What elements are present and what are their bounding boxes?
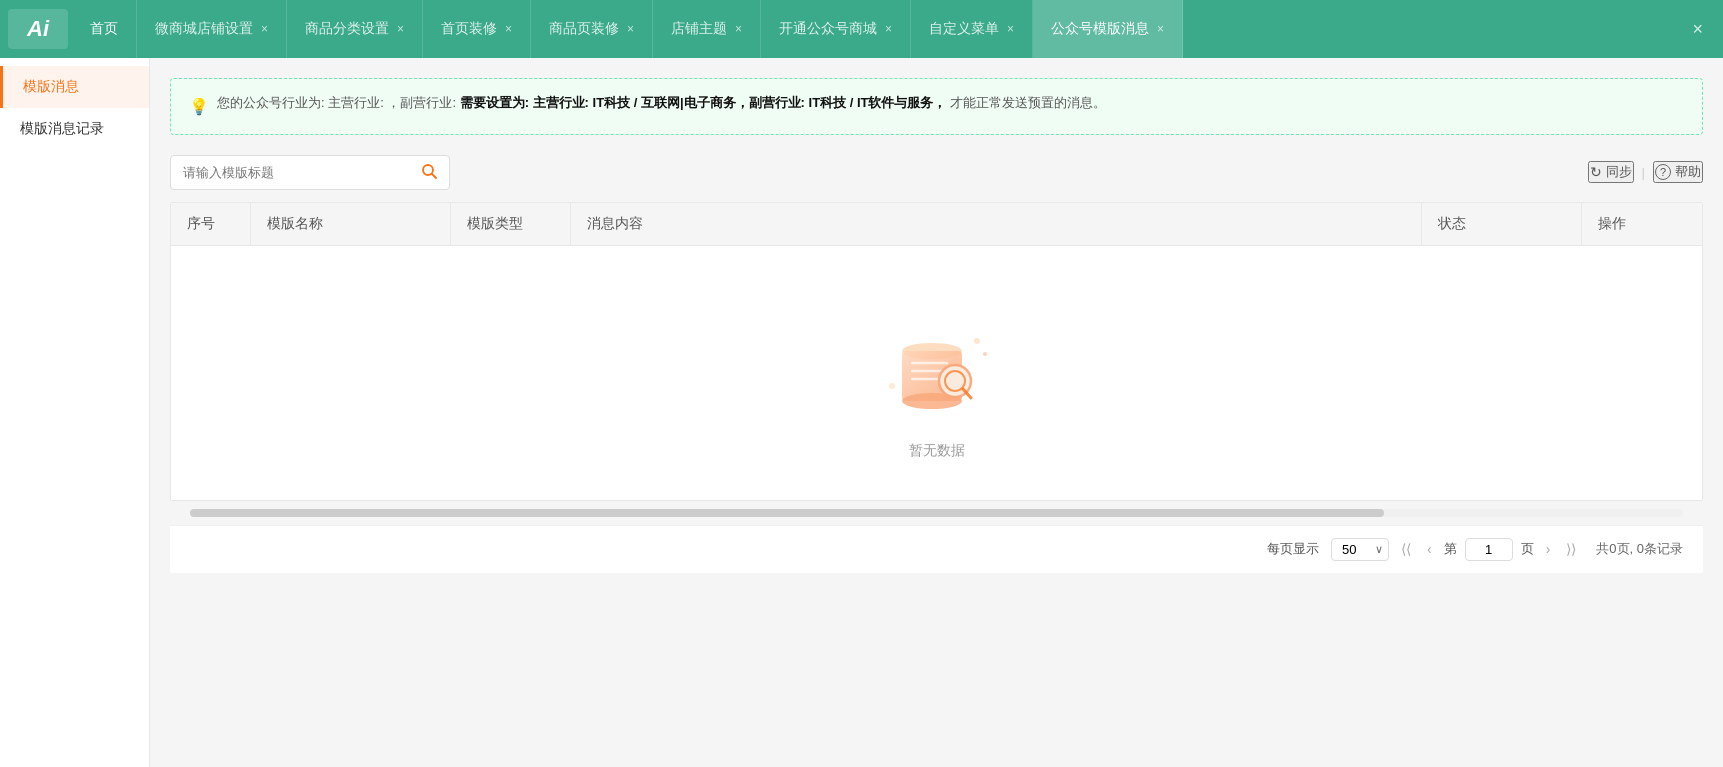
help-button[interactable]: ? 帮助 [1653,161,1703,183]
svg-point-13 [889,383,895,389]
search-input[interactable] [171,158,411,187]
tab-home-decor[interactable]: 首页装修 × [423,0,531,58]
close-custom-menu-icon[interactable]: × [1007,22,1014,36]
close-home-decor-icon[interactable]: × [505,22,512,36]
notice-text: 您的公众号行业为: 主营行业: ，副营行业: 需要设置为: 主营行业: IT科技… [217,93,1106,114]
tab-store-theme[interactable]: 店铺主题 × [653,0,761,58]
page-label: 第 [1444,540,1457,558]
sync-icon: ↻ [1590,164,1602,180]
data-table: 序号 模版名称 模版类型 消息内容 状态 操作 [170,202,1703,501]
col-content: 消息内容 [571,203,1422,245]
tab-template-msg[interactable]: 公众号模版消息 × [1033,0,1183,58]
next-page-button[interactable]: › [1542,539,1555,559]
brand-logo: Ai [8,9,68,49]
search-icon [421,163,437,179]
close-category-settings-icon[interactable]: × [397,22,404,36]
prev-page-button[interactable]: ‹ [1423,539,1436,559]
close-template-msg-icon[interactable]: × [1157,22,1164,36]
empty-illustration [877,306,997,426]
sidebar: 模版消息 模版消息记录 [0,58,150,767]
per-page-select[interactable]: 10 20 50 100 [1331,538,1389,561]
toolbar-divider: | [1642,165,1645,180]
content-area: 💡 您的公众号行业为: 主营行业: ，副营行业: 需要设置为: 主营行业: IT… [150,58,1723,767]
page-suffix: 页 [1521,540,1534,558]
scroll-thumb[interactable] [190,509,1384,517]
empty-text: 暂无数据 [909,442,965,460]
help-icon: ? [1655,164,1671,180]
sidebar-item-template-msg-log[interactable]: 模版消息记录 [0,108,149,150]
svg-point-12 [983,352,987,356]
col-index: 序号 [171,203,251,245]
per-page-label: 每页显示 [1267,540,1319,558]
svg-point-11 [974,338,980,344]
search-button[interactable] [411,156,447,189]
close-store-theme-icon[interactable]: × [735,22,742,36]
per-page-select-wrap: 10 20 50 100 [1331,538,1389,561]
right-actions: ↻ 同步 | ? 帮助 [1588,161,1703,183]
close-product-decor-icon[interactable]: × [627,22,634,36]
tab-product-decor[interactable]: 商品页装修 × [531,0,653,58]
pagination: 每页显示 10 20 50 100 ⟨⟨ ‹ 第 页 › ⟩⟩ 共0页, 0条记… [170,525,1703,573]
notice-icon: 💡 [189,94,209,120]
sync-button[interactable]: ↻ 同步 [1588,161,1634,183]
close-store-settings-icon[interactable]: × [261,22,268,36]
tab-store-settings[interactable]: 微商城店铺设置 × [137,0,287,58]
search-row: ↻ 同步 | ? 帮助 [170,155,1703,190]
total-records: 共0页, 0条记录 [1596,540,1683,558]
search-input-wrap [170,155,450,190]
tab-custom-menu[interactable]: 自定义菜单 × [911,0,1033,58]
svg-line-1 [432,174,436,178]
col-action: 操作 [1582,203,1702,245]
empty-state: 暂无数据 [171,246,1702,500]
tab-bar: Ai 首页 微商城店铺设置 × 商品分类设置 × 首页装修 × 商品页装修 × … [0,0,1723,58]
close-open-store-icon[interactable]: × [885,22,892,36]
first-page-button[interactable]: ⟨⟨ [1397,539,1415,559]
tab-home[interactable]: 首页 [72,0,137,58]
notice-box: 💡 您的公众号行业为: 主营行业: ，副营行业: 需要设置为: 主营行业: IT… [170,78,1703,135]
tab-open-store[interactable]: 开通公众号商城 × [761,0,911,58]
sidebar-item-template-msg[interactable]: 模版消息 [0,66,149,108]
table-header: 序号 模版名称 模版类型 消息内容 状态 操作 [171,203,1702,246]
horizontal-scrollbar[interactable] [190,509,1683,517]
close-all-tabs-button[interactable]: × [1680,19,1715,40]
col-type: 模版类型 [451,203,571,245]
tab-category-settings[interactable]: 商品分类设置 × [287,0,423,58]
last-page-button[interactable]: ⟩⟩ [1562,539,1580,559]
col-name: 模版名称 [251,203,451,245]
col-status: 状态 [1422,203,1582,245]
main-layout: 模版消息 模版消息记录 💡 您的公众号行业为: 主营行业: ，副营行业: 需要设… [0,58,1723,767]
page-number-input[interactable] [1465,538,1513,561]
